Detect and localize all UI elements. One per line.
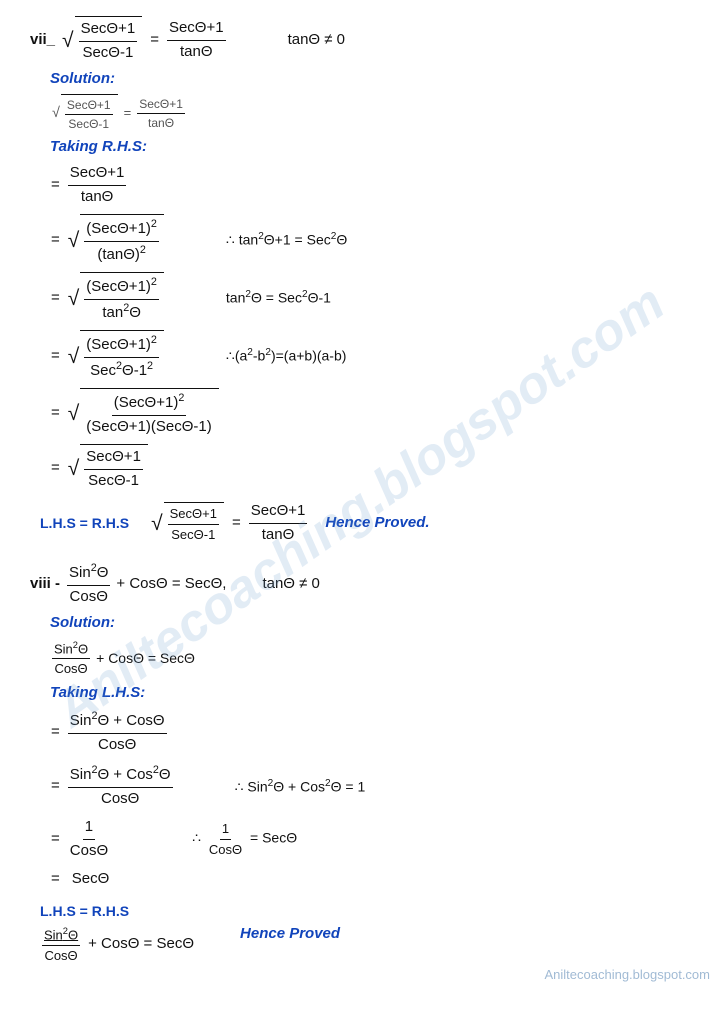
equals-1: =: [150, 29, 159, 52]
rhs-frac-1: SecΘ+1 tanΘ: [167, 17, 226, 63]
given-sqrt: √ SecΘ+1 SecΘ-1: [52, 94, 118, 133]
sqrt-content-1: SecΘ+1 SecΘ-1: [75, 16, 143, 64]
taking-rhs-vii: Taking R.H.S:: [30, 136, 690, 159]
condition-1: tanΘ ≠ 0: [288, 29, 345, 52]
solution-label-vii: Solution:: [30, 68, 690, 91]
frac-num-1: SecΘ+1: [79, 18, 138, 42]
conclusion-eq-vii: √ SecΘ+1 SecΘ-1 = SecΘ+1 tanΘ Hence: [149, 500, 429, 546]
lhs-rhs-viii: L.H.S = R.H.S Sin2Θ CosΘ + CosΘ = SecΘ: [40, 901, 200, 968]
conclusion-vii: L.H.S = R.H.S √ SecΘ+1 SecΘ-1 =: [40, 500, 690, 546]
problem-vii-header: vii_ √ SecΘ+1 SecΘ-1 = SecΘ+1 tanΘ: [30, 16, 690, 64]
step-vii-4: = √ (SecΘ+1)2 Sec2Θ-12 ∴(a2-b2)=(a+b)(a-…: [45, 330, 690, 382]
step-viii-3: = 1 CosΘ ∴ 1 CosΘ = SecΘ: [45, 816, 690, 862]
sec-theta: SecΘ: [72, 868, 110, 891]
step-viii-1: = Sin2Θ + CosΘ CosΘ: [45, 708, 690, 756]
step-vii-1: = SecΘ+1 tanΘ: [45, 162, 690, 208]
solution-text-viii: Solution:: [50, 612, 115, 635]
hence-proved-vii: Hence Proved.: [325, 512, 429, 535]
conclusion-viii: L.H.S = R.H.S Sin2Θ CosΘ + CosΘ = SecΘ H…: [40, 901, 690, 968]
problem-viii-num: viii -: [30, 573, 60, 596]
rhs-num-1: SecΘ+1: [167, 17, 226, 41]
step-vii-5: = √ (SecΘ+1)2 (SecΘ+1)(SecΘ-1): [45, 388, 690, 438]
rhs-den-1: tanΘ: [178, 41, 215, 64]
step-viii-2: = Sin2Θ + Cos2Θ CosΘ ∴ Sin2Θ + Cos2Θ = 1: [45, 762, 690, 810]
watermark-bottom: Aniltecoaching.blogspot.com: [545, 967, 711, 982]
problem-vii-num: vii_: [30, 29, 55, 52]
sqrt-symbol-1: √: [62, 30, 74, 51]
conclusion-expr-viii: Sin2Θ CosΘ + CosΘ = SecΘ: [40, 924, 200, 965]
lhs-sqrt: √ SecΘ+1 SecΘ-1: [62, 16, 142, 64]
step-vii-3: = √ (SecΘ+1)2 tan2Θ tan2Θ = Sec2Θ-1: [45, 272, 690, 324]
lhs-rhs-vii: L.H.S = R.H.S: [40, 513, 129, 534]
problem-viii-section: viii - Sin2Θ CosΘ + CosΘ = SecΘ, tanΘ ≠ …: [30, 560, 690, 968]
given-eq-vii: √ SecΘ+1 SecΘ-1 = SecΘ+1 tanΘ: [50, 94, 690, 133]
taking-lhs-viii: Taking L.H.S:: [30, 682, 690, 705]
step-vii-2: = √ (SecΘ+1)2 (tanΘ)2 ∴ tan2Θ+1 = Sec2Θ: [45, 214, 690, 266]
page: Aniltecoaching.blogspot.com vii_ √ SecΘ+…: [0, 0, 720, 1012]
step-vii-6: = √ SecΘ+1 SecΘ-1: [45, 444, 690, 492]
frac-1: SecΘ+1 SecΘ-1: [79, 18, 138, 64]
problem-viii-header: viii - Sin2Θ CosΘ + CosΘ = SecΘ, tanΘ ≠ …: [30, 560, 690, 608]
hence-proved-viii: Hence Proved: [240, 923, 340, 946]
taking-text-vii: Taking R.H.S:: [50, 136, 147, 159]
problem-vii-section: vii_ √ SecΘ+1 SecΘ-1 = SecΘ+1 tanΘ: [30, 16, 690, 546]
solution-text-vii: Solution:: [50, 68, 115, 91]
solution-label-viii: Solution:: [30, 612, 690, 635]
frac-den-1: SecΘ-1: [80, 42, 135, 65]
step-viii-4: = SecΘ: [45, 868, 690, 891]
taking-text-viii: Taking L.H.S:: [50, 682, 145, 705]
content-area: vii_ √ SecΘ+1 SecΘ-1 = SecΘ+1 tanΘ: [30, 16, 690, 968]
given-eq-viii: Sin2Θ CosΘ + CosΘ = SecΘ: [50, 638, 690, 679]
condition-2: tanΘ ≠ 0: [262, 573, 319, 596]
